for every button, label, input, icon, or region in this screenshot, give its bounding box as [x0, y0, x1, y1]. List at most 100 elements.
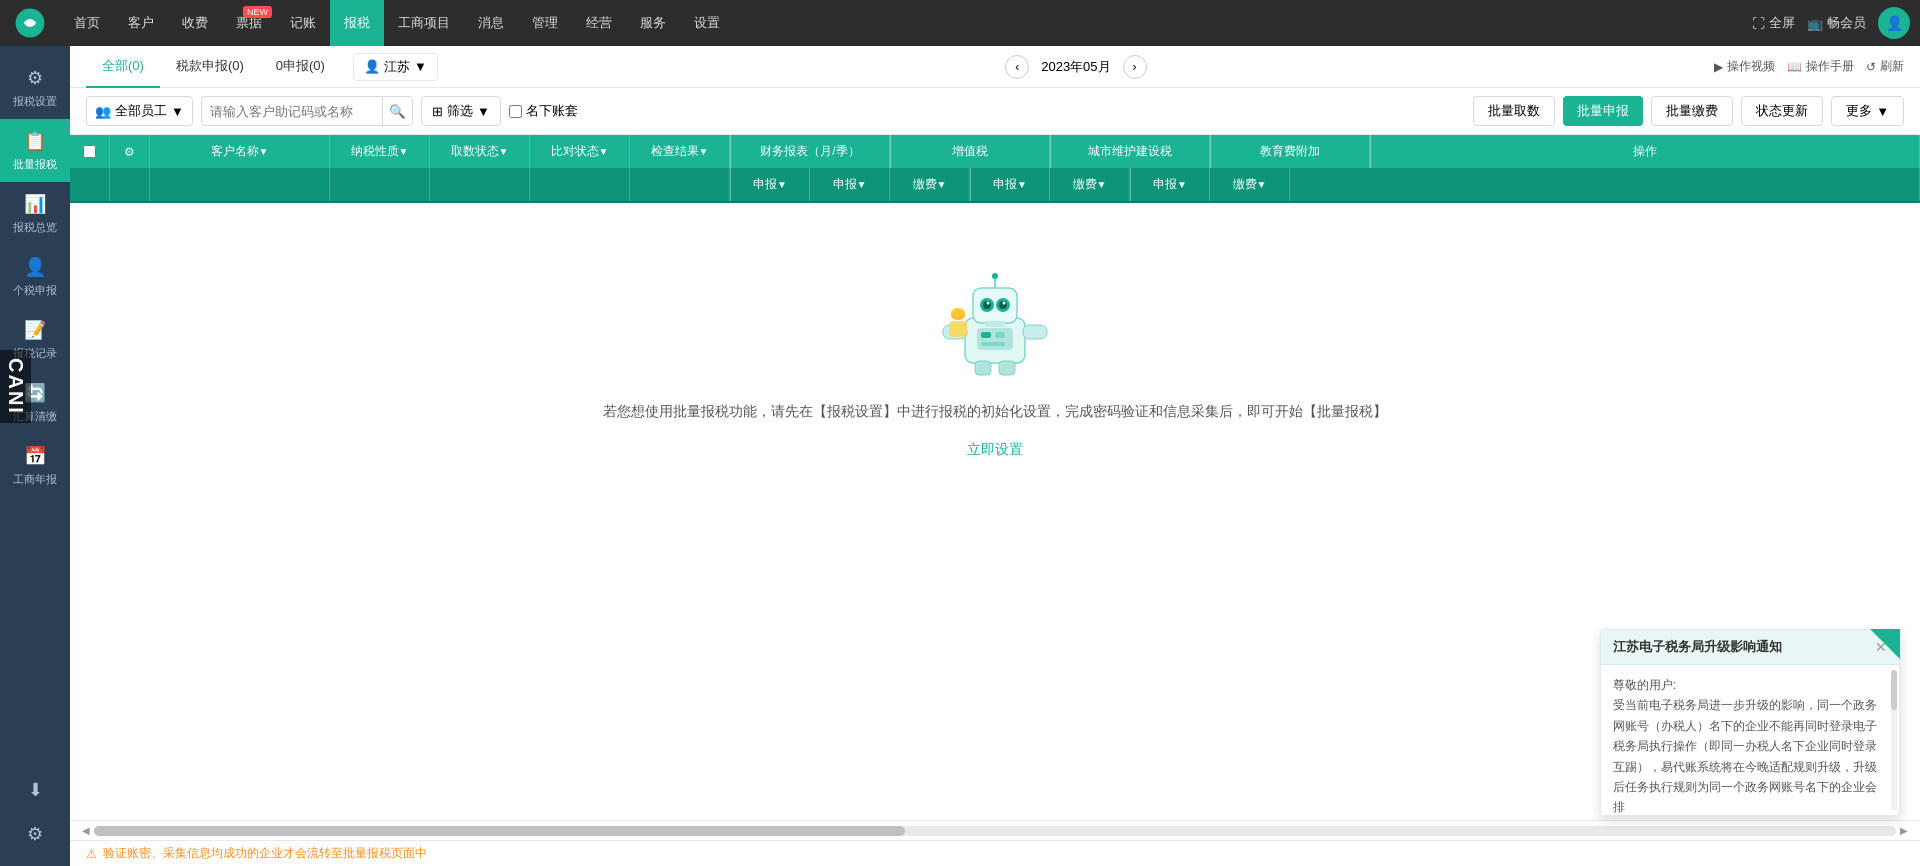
fullscreen-button[interactable]: ⛶ 全屏 — [1752, 14, 1795, 32]
th2-city-declare: 申报 ▼ — [970, 168, 1050, 201]
batch-pay-button[interactable]: 批量缴费 — [1651, 96, 1733, 126]
edu-pay-filter-icon: ▼ — [1257, 179, 1267, 190]
month-navigation: ‹ 2023年05月 › — [1005, 55, 1146, 79]
bottom-notice: ⚠ 验证账密、采集信息均成功的企业才会流转至批量报税页面中 — [70, 840, 1920, 866]
vip-button[interactable]: 📺 畅会员 — [1807, 14, 1866, 32]
svg-rect-21 — [981, 342, 1005, 346]
filter-button[interactable]: ⊞ 筛选 ▼ — [421, 96, 501, 126]
th-compare-status: 比对状态 ▼ — [530, 135, 630, 168]
employee-chevron-icon: ▼ — [171, 104, 184, 119]
setup-link[interactable]: 立即设置 — [967, 441, 1023, 459]
prev-month-button[interactable]: ‹ — [1005, 55, 1029, 79]
th-check-result: 检查结果 ▼ — [630, 135, 730, 168]
notification-popup: 江苏电子税务局升级影响通知 ✕ 尊敬的用户: 受当前电子税务局进一步升级的影响，… — [1600, 629, 1900, 816]
batch-report-button[interactable]: 批量申报 — [1563, 96, 1643, 126]
refresh-button[interactable]: ↺ 刷新 — [1866, 58, 1904, 75]
batch-fetch-button[interactable]: 批量取数 — [1473, 96, 1555, 126]
th2-empty6 — [530, 168, 630, 201]
employee-icon: 👥 — [95, 104, 111, 119]
popup-title: 江苏电子税务局升级影响通知 — [1613, 638, 1782, 656]
select-all-checkbox[interactable] — [83, 145, 96, 158]
th2-empty1 — [70, 168, 110, 201]
th-operation: 操作 — [1370, 135, 1920, 168]
tabs-bar: 全部(0) 税款申报(0) 0申报(0) 👤 江苏 ▼ ‹ 2023年05月 ›… — [70, 46, 1920, 88]
next-month-button[interactable]: › — [1123, 55, 1147, 79]
nav-items: 首页 客户 收费 票据 NEW 记账 报税 工商项目 消息 管理 经营 服务 设… — [60, 0, 1752, 46]
nav-manage[interactable]: 管理 — [518, 0, 572, 46]
toolbar: 👥 全部员工 ▼ 🔍 ⊞ 筛选 ▼ 名下账套 批量取数 批量申报 — [70, 88, 1920, 135]
popup-corner-inner — [1870, 629, 1900, 659]
tabs-right-actions: ▶ 操作视频 📖 操作手册 ↺ 刷新 — [1714, 58, 1904, 75]
th2-empty4 — [330, 168, 430, 201]
nav-operation[interactable]: 经营 — [572, 0, 626, 46]
th-tax-type: 纳税性质 ▼ — [330, 135, 430, 168]
operation-video-button[interactable]: ▶ 操作视频 — [1714, 58, 1775, 75]
search-wrapper: 🔍 — [201, 96, 413, 126]
vip-icon: 📺 — [1807, 16, 1823, 31]
more-button[interactable]: 更多 ▼ — [1831, 96, 1904, 126]
sidebar-bottom: ⬇ ⚙ — [0, 768, 70, 866]
tab-all[interactable]: 全部(0) — [86, 46, 160, 88]
svg-rect-14 — [1023, 325, 1047, 339]
nav-settings[interactable]: 设置 — [680, 0, 734, 46]
nav-accounting[interactable]: 记账 — [276, 0, 330, 46]
region-selector[interactable]: 👤 江苏 ▼ — [353, 53, 438, 81]
tab-tax-declare[interactable]: 税款申报(0) — [160, 46, 260, 88]
operation-manual-button[interactable]: 📖 操作手册 — [1787, 58, 1854, 75]
employee-select[interactable]: 👥 全部员工 ▼ — [86, 96, 193, 126]
svg-point-17 — [951, 308, 965, 318]
svg-point-12 — [992, 273, 998, 279]
region-wrapper: 👤 江苏 ▼ — [349, 53, 438, 81]
city-declare-filter-icon: ▼ — [1017, 179, 1027, 190]
nav-fee[interactable]: 收费 — [168, 0, 222, 46]
nav-customer[interactable]: 客户 — [114, 0, 168, 46]
refresh-icon: ↺ — [1866, 60, 1876, 74]
popup-scrollbar[interactable] — [1891, 670, 1897, 810]
batch-tax-icon: 📋 — [23, 129, 47, 153]
avatar[interactable]: 👤 — [1878, 7, 1910, 39]
search-input[interactable] — [202, 104, 382, 119]
th-settings: ⚙ — [110, 135, 150, 168]
sidebar-item-tax-overview[interactable]: 📊 报税总览 — [0, 182, 70, 245]
fetch-filter-icon: ▼ — [499, 146, 509, 157]
vat-pay-filter-icon: ▼ — [937, 179, 947, 190]
search-button[interactable]: 🔍 — [382, 96, 412, 126]
checkbox-label[interactable]: 名下账套 — [509, 102, 578, 120]
th2-empty2 — [110, 168, 150, 201]
sidebar-download[interactable]: ⬇ — [0, 768, 70, 812]
sidebar-item-batch-tax[interactable]: 📋 批量报税 — [0, 119, 70, 182]
nav-bill[interactable]: 票据 NEW — [222, 0, 276, 46]
account-checkbox[interactable] — [509, 105, 522, 118]
city-pay-filter-icon: ▼ — [1097, 179, 1107, 190]
filter-icon: ⊞ — [432, 104, 443, 119]
scroll-track[interactable] — [94, 826, 1896, 836]
tax-overview-icon: 📊 — [23, 192, 47, 216]
sidebar-config[interactable]: ⚙ — [0, 812, 70, 856]
compare-filter-icon: ▼ — [599, 146, 609, 157]
nav-home[interactable]: 首页 — [60, 0, 114, 46]
vat-declare-filter-icon: ▼ — [857, 179, 867, 190]
th2-empty7 — [630, 168, 730, 201]
nav-right-actions: ⛶ 全屏 📺 畅会员 👤 — [1752, 7, 1910, 39]
scroll-left-arrow[interactable]: ◀ — [78, 825, 94, 836]
nav-service[interactable]: 服务 — [626, 0, 680, 46]
nav-message[interactable]: 消息 — [464, 0, 518, 46]
top-navigation: 首页 客户 收费 票据 NEW 记账 报税 工商项目 消息 管理 经营 服务 设… — [0, 0, 1920, 46]
sidebar-item-annual-report[interactable]: 📅 工商年报 — [0, 434, 70, 497]
logo[interactable] — [10, 3, 50, 43]
status-update-button[interactable]: 状态更新 — [1741, 96, 1823, 126]
tab-zero-declare[interactable]: 0申报(0) — [260, 46, 341, 88]
th2-edu-declare: 申报 ▼ — [1130, 168, 1210, 201]
popup-corner — [1870, 629, 1900, 659]
svg-point-9 — [1003, 302, 1006, 305]
th2-vat-declare: 申报 ▼ — [810, 168, 890, 201]
scroll-right-arrow[interactable]: ▶ — [1896, 825, 1912, 836]
sidebar-item-tax-settings[interactable]: ⚙ 报税设置 — [0, 56, 70, 119]
nav-business[interactable]: 工商项目 — [384, 0, 464, 46]
popup-body: 尊敬的用户: 受当前电子税务局进一步升级的影响，同一个政务网账号（办税人）名下的… — [1601, 665, 1899, 815]
nav-tax[interactable]: 报税 — [330, 0, 384, 46]
avatar-icon: 👤 — [1886, 15, 1903, 31]
config-icon: ⚙ — [23, 822, 47, 846]
fullscreen-icon: ⛶ — [1752, 16, 1765, 31]
sidebar-item-personal-tax[interactable]: 👤 个税申报 — [0, 245, 70, 308]
